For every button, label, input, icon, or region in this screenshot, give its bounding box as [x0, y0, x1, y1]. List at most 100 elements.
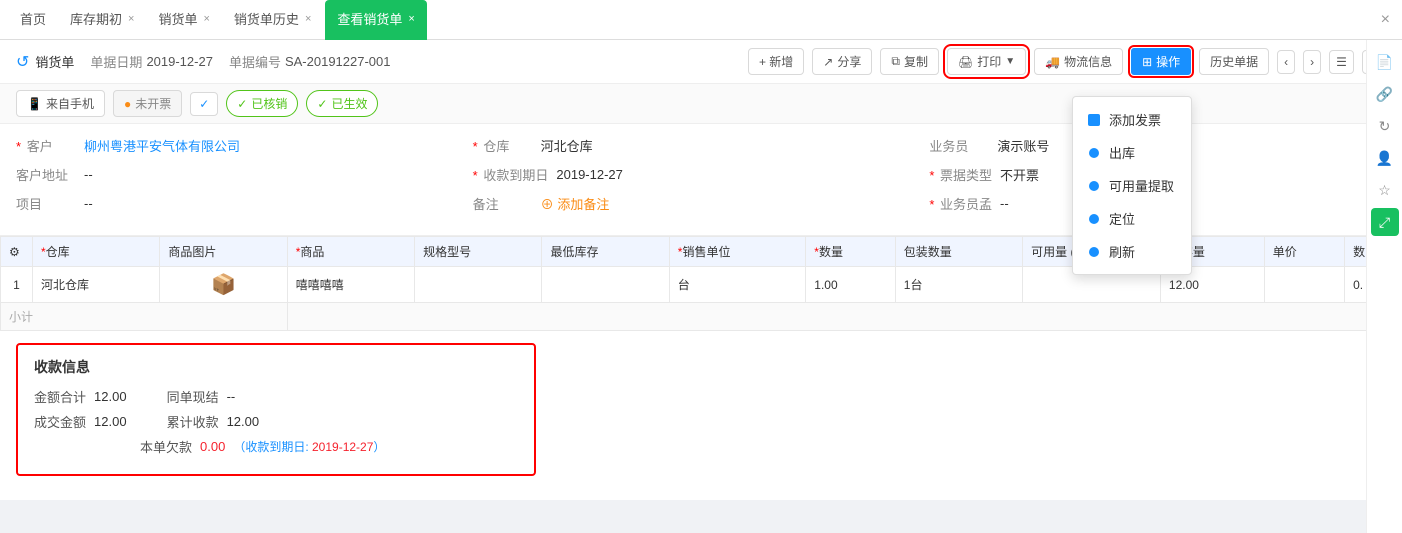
payment-title: 收款信息: [34, 357, 518, 377]
invoice-label: * 票据类型: [929, 165, 992, 184]
date-value: 2019-12-27: [146, 54, 213, 69]
copy-button[interactable]: ⧉ 复制: [880, 48, 939, 75]
share-label: 分享: [837, 53, 861, 70]
same-order-label: 同单现结: [167, 387, 219, 406]
th-min-stock: 最低库存: [542, 237, 669, 267]
global-close-button[interactable]: ×: [1381, 11, 1390, 29]
sidebar-link-icon[interactable]: 🔗: [1371, 80, 1399, 108]
tab-sales-history[interactable]: 销货单历史 ×: [222, 0, 323, 40]
tab-check-sales-label: 查看销货单: [337, 9, 402, 28]
sidebar-user-icon[interactable]: 👤: [1371, 144, 1399, 172]
cumulative-item: 累计收款 12.00: [167, 412, 260, 431]
number-value: SA-20191227-001: [285, 54, 391, 69]
tab-home[interactable]: 首页: [8, 0, 58, 40]
due-date-value: 2019-12-27: [556, 167, 623, 182]
dropdown-refresh[interactable]: 刷新: [1073, 235, 1191, 268]
tab-inventory-label: 库存期初: [70, 9, 122, 28]
effective-button[interactable]: ✓ 已生效: [306, 90, 378, 117]
effective-label: 已生效: [331, 95, 367, 112]
transaction-value: 12.00: [94, 414, 127, 429]
sidebar-expand-icon[interactable]: ⤢: [1371, 208, 1399, 236]
copy-label: 复制: [904, 53, 928, 70]
dropdown-add-invoice[interactable]: 添加发票: [1073, 103, 1191, 136]
tab-bar: 首页 库存期初 × 销货单 × 销货单历史 × 查看销货单 × ×: [0, 0, 1402, 40]
customer-field: * 客户 柳州粤港平安气体有限公司: [16, 136, 473, 155]
doc-title-section: ↺ 销货单: [16, 52, 74, 72]
tab-sales-order[interactable]: 销货单 ×: [146, 0, 221, 40]
project-label: 项目: [16, 194, 76, 213]
salesperson-label: * 业务员孟: [929, 194, 992, 213]
right-sidebar: 📄 🔗 ↻ 👤 ☆ ⤢: [1366, 40, 1402, 533]
dropdown-available-qty[interactable]: 可用量提取: [1073, 169, 1191, 202]
tab-check-sales[interactable]: 查看销货单 ×: [325, 0, 426, 40]
sidebar-refresh-icon[interactable]: ↻: [1371, 112, 1399, 140]
th-pack-qty: 包装数量: [895, 237, 1022, 267]
project-field: 项目 --: [16, 194, 473, 213]
cumulative-label: 累计收款: [167, 412, 219, 431]
available-qty-icon: [1087, 179, 1101, 193]
th-image: 商品图片: [160, 237, 287, 267]
th-product: *商品: [287, 237, 414, 267]
logistics-label: 物流信息: [1064, 53, 1112, 70]
th-quantity: *数量: [806, 237, 895, 267]
available-qty-label: 可用量提取: [1109, 176, 1174, 195]
tab-inventory-close[interactable]: ×: [128, 13, 134, 25]
date-label: 单据日期: [90, 52, 142, 71]
add-note-button[interactable]: ⊕ 添加备注: [541, 194, 610, 213]
customer-value[interactable]: 柳州粤港平安气体有限公司: [84, 136, 240, 155]
list-view-button[interactable]: ☰: [1329, 50, 1354, 74]
dropdown-outbound[interactable]: 出库: [1073, 136, 1191, 169]
tab-check-sales-close[interactable]: ×: [408, 13, 414, 25]
row-unit-price: [1264, 267, 1344, 303]
copy-icon: ⧉: [891, 54, 900, 69]
prev-button[interactable]: ‹: [1277, 50, 1295, 74]
print-icon: 🖨: [958, 55, 973, 69]
doc-header: ↺ 销货单 单据日期 2019-12-27 单据编号 SA-20191227-0…: [0, 40, 1402, 84]
tab-sales-history-close[interactable]: ×: [305, 13, 311, 25]
print-button[interactable]: 🖨 打印 ▼: [947, 48, 1026, 75]
product-image-icon: 📦: [211, 274, 236, 296]
note-field: 备注 ⊕ 添加备注: [473, 194, 930, 213]
note-label: 备注: [473, 194, 533, 213]
print-dropdown-icon: ▼: [1005, 56, 1015, 67]
history-button[interactable]: 历史单据: [1199, 48, 1269, 75]
refresh-label: 刷新: [1109, 242, 1135, 261]
subtotal-empty: [287, 303, 1401, 331]
warehouse-label: * 仓库: [473, 136, 533, 155]
mobile-icon: 📱: [27, 97, 42, 111]
payment-row-2: 成交金额 12.00 累计收款 12.00: [34, 412, 518, 431]
add-note-label: 添加备注: [557, 197, 609, 212]
staff-value: 演示账号: [997, 136, 1049, 155]
sidebar-file-icon[interactable]: 📄: [1371, 48, 1399, 76]
outbound-label: 出库: [1109, 143, 1135, 162]
share-button[interactable]: ↗ 分享: [812, 48, 872, 75]
from-mobile-button[interactable]: 📱 来自手机: [16, 90, 105, 117]
logistics-button[interactable]: 🚚 物流信息: [1034, 48, 1123, 75]
operation-icon: ⊞: [1142, 55, 1152, 69]
doc-date-section: 单据日期 2019-12-27: [90, 52, 213, 71]
verified-button[interactable]: ✓ 已核销: [226, 90, 298, 117]
due-date-field: * 收款到期日 2019-12-27: [473, 165, 930, 184]
refresh-icon: [1087, 245, 1101, 259]
dropdown-locate[interactable]: 定位: [1073, 202, 1191, 235]
add-invoice-label: 添加发票: [1109, 110, 1161, 129]
staff-label: 业务员: [929, 136, 989, 155]
same-order-value: --: [227, 389, 236, 404]
next-button[interactable]: ›: [1303, 50, 1321, 74]
th-sales-unit: *销售单位: [669, 237, 806, 267]
tab-sales-order-close[interactable]: ×: [203, 13, 209, 25]
subtotal-label: 小计: [1, 303, 288, 331]
add-invoice-icon: [1087, 113, 1101, 127]
new-button[interactable]: + 新增: [748, 48, 804, 75]
not-opened-button[interactable]: ● 未开票: [113, 90, 182, 117]
sidebar-star-icon[interactable]: ☆: [1371, 176, 1399, 204]
operation-button[interactable]: ⊞ 操作: [1131, 48, 1191, 75]
th-settings[interactable]: ⚙: [1, 237, 33, 267]
logistics-icon: 🚚: [1045, 55, 1060, 69]
tab-inventory-init[interactable]: 库存期初 ×: [58, 0, 146, 40]
check-icon-button[interactable]: ✓: [190, 92, 218, 116]
doc-icon: ↺: [16, 52, 29, 72]
subtotal-row: 小计: [1, 303, 1402, 331]
invoice-value: 不开票: [1000, 165, 1039, 184]
same-order-item: 同单现结 --: [167, 387, 236, 406]
